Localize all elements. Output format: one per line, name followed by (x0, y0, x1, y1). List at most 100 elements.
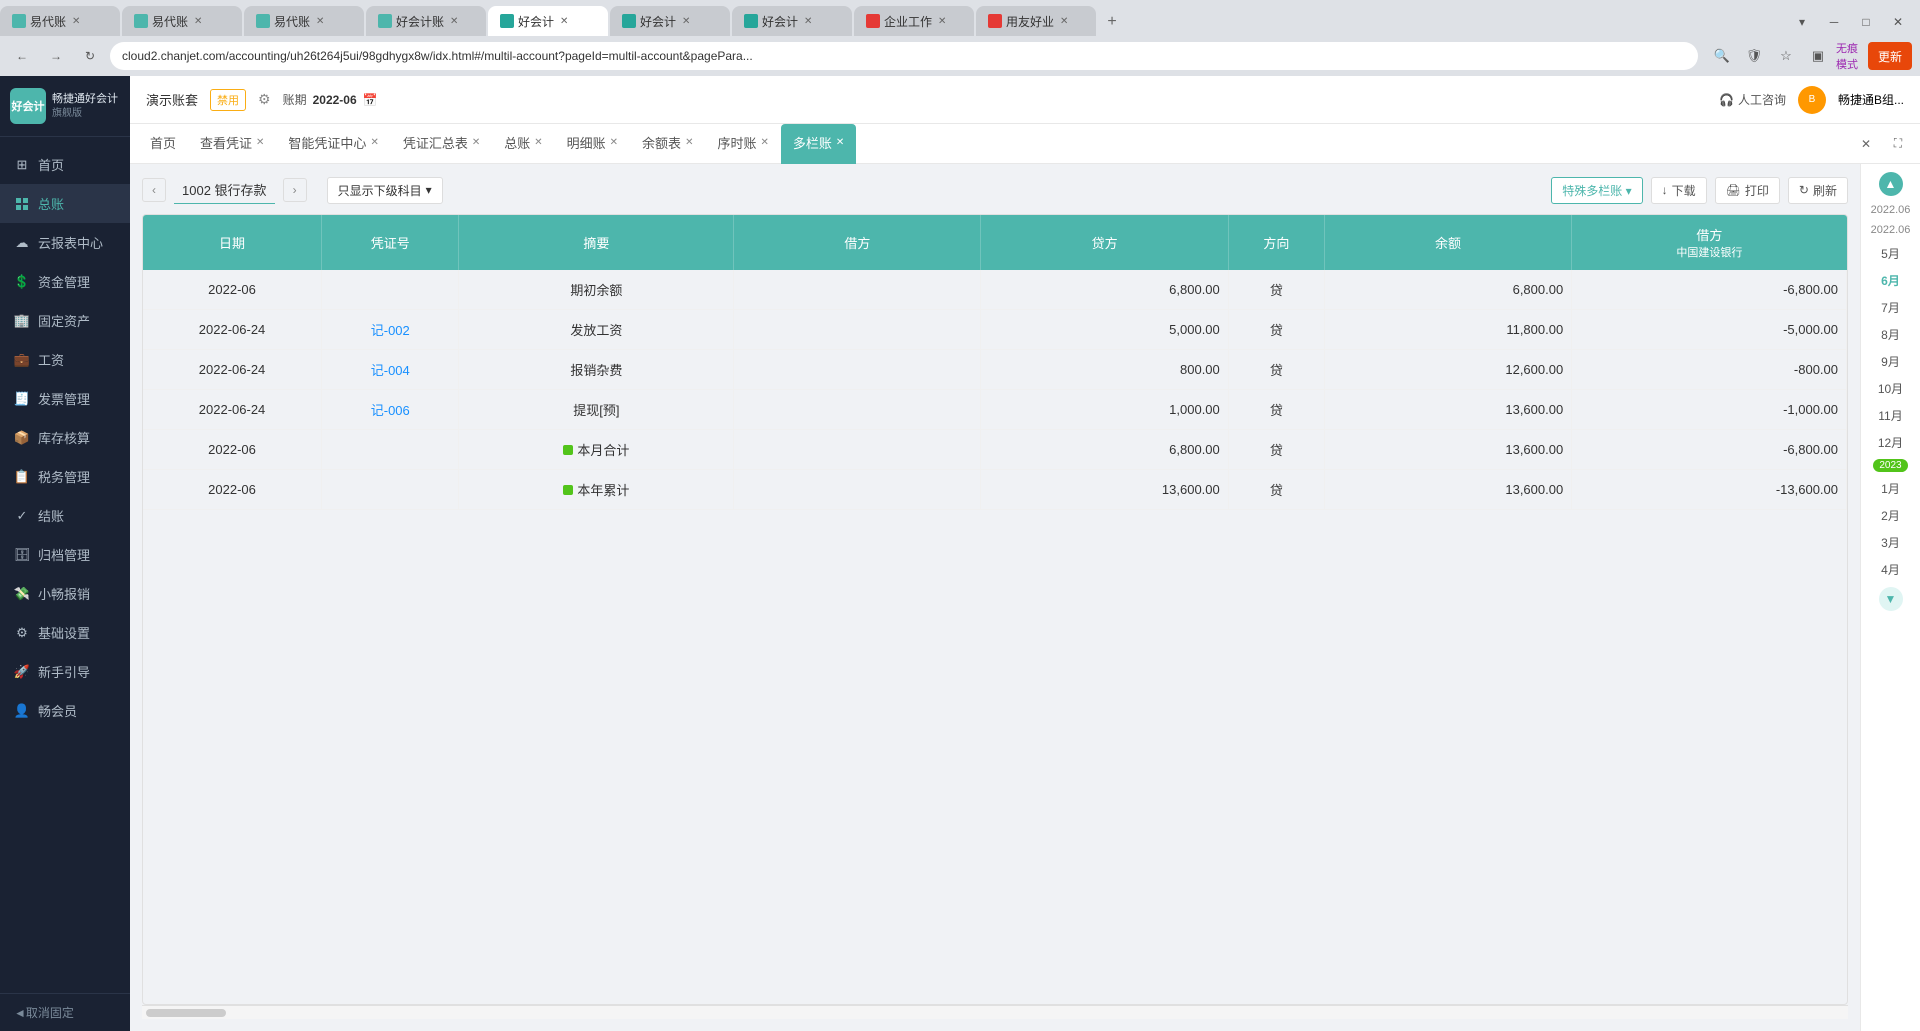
sidebar-item-cloud-report[interactable]: ☁ 云报表中心 (0, 223, 130, 262)
timeline-month[interactable]: 11月 (1878, 402, 1903, 429)
sidebar-item-inventory[interactable]: 📦 库存核算 (0, 418, 130, 457)
cell-voucher-3[interactable]: 记-006 (322, 390, 459, 430)
tab-voucher-summary-close[interactable]: ✕ (472, 137, 480, 148)
close-window-button[interactable]: ✕ (1884, 8, 1912, 36)
demo-status-badge[interactable]: 禁用 (210, 89, 246, 111)
next-subject-button[interactable]: › (283, 178, 307, 202)
tab-detail-ledger[interactable]: 明细账 ✕ (555, 124, 630, 164)
tab-close-1[interactable]: ✕ (72, 16, 80, 27)
tab-general-ledger[interactable]: 总账 ✕ (492, 124, 554, 164)
browser-tab-9[interactable]: 用友好业 ✕ (976, 6, 1096, 36)
cell-date-2: 2022-06-24 (143, 350, 322, 390)
sidebar-item-fixed-asset[interactable]: 🏢 固定资产 (0, 301, 130, 340)
maximize-button[interactable]: □ (1852, 8, 1880, 36)
timeline-month[interactable]: 12月 (1878, 429, 1903, 456)
timeline-month-2023[interactable]: 1月 (1881, 475, 1900, 502)
tab-close-5[interactable]: ✕ (560, 16, 568, 27)
sidebar-item-close[interactable]: ✓ 结账 (0, 496, 130, 535)
tab-multi-col[interactable]: 多栏账 ✕ (781, 124, 856, 164)
url-input[interactable] (110, 42, 1698, 70)
browser-tab-4[interactable]: 好会计账 ✕ (366, 6, 486, 36)
tab-general-ledger-close[interactable]: ✕ (534, 137, 542, 148)
tab-multi-col-close[interactable]: ✕ (836, 137, 844, 148)
expand-tabs-button[interactable]: ⛶ (1884, 130, 1912, 158)
tab-smart-voucher[interactable]: 智能凭证中心 ✕ (276, 124, 390, 164)
cell-voucher-2[interactable]: 记-004 (322, 350, 459, 390)
back-button[interactable]: ← (8, 42, 36, 70)
reload-button[interactable]: ↻ (76, 42, 104, 70)
timeline-month[interactable]: 5月 (1878, 240, 1903, 267)
timeline-month[interactable]: 7月 (1878, 294, 1903, 321)
tab-list-button[interactable]: ▾ (1788, 8, 1816, 36)
tab-close-9[interactable]: ✕ (1060, 16, 1068, 27)
timeline-month[interactable]: 6月 (1878, 267, 1903, 294)
sidebar-browser-icon[interactable]: ▣ (1804, 42, 1832, 70)
tab-close-3[interactable]: ✕ (316, 16, 324, 27)
sidebar-item-tax[interactable]: 📋 税务管理 (0, 457, 130, 496)
forward-button[interactable]: → (42, 42, 70, 70)
timeline-month-2023[interactable]: 3月 (1881, 529, 1900, 556)
tab-smart-voucher-close[interactable]: ✕ (370, 137, 378, 148)
tab-close-6[interactable]: ✕ (682, 16, 690, 27)
tab-close-8[interactable]: ✕ (938, 16, 946, 27)
browser-tab-2[interactable]: 易代账 ✕ (122, 6, 242, 36)
tab-balance-table-close[interactable]: ✕ (685, 137, 693, 148)
cell-summary-4: 本月合计 (459, 430, 734, 470)
minimize-button[interactable]: ─ (1820, 8, 1848, 36)
tab-close-2[interactable]: ✕ (194, 16, 202, 27)
browser-tab-3[interactable]: 易代账 ✕ (244, 6, 364, 36)
settings-icon[interactable]: ⚙ (258, 91, 271, 108)
tab-seq-ledger-close[interactable]: ✕ (760, 137, 768, 148)
timeline-scroll-up[interactable]: ▲ (1879, 172, 1903, 196)
scroll-thumb[interactable] (146, 1009, 226, 1017)
timeline-month[interactable]: 8月 (1878, 321, 1903, 348)
special-col-button[interactable]: 特殊多栏账 ▾ (1551, 177, 1642, 204)
browser-tab-5[interactable]: 好会计 ✕ (488, 6, 608, 36)
browser-tab-6[interactable]: 好会计 ✕ (610, 6, 730, 36)
timeline-scroll-down[interactable]: ▼ (1879, 587, 1903, 611)
timeline-month-2023[interactable]: 2月 (1881, 502, 1900, 529)
collapse-tabs-button[interactable]: ✕ (1852, 130, 1880, 158)
cell-voucher-1[interactable]: 记-002 (322, 310, 459, 350)
new-tab-button[interactable]: + (1098, 8, 1126, 36)
sidebar-item-general[interactable]: 总账 (0, 184, 130, 223)
sidebar-item-member[interactable]: 👤 畅会员 (0, 691, 130, 730)
tab-detail-ledger-close[interactable]: ✕ (610, 137, 618, 148)
tab-home[interactable]: 首页 (138, 124, 188, 164)
shield-icon[interactable]: 🛡 (1740, 42, 1768, 70)
star-icon[interactable]: ☆ (1772, 42, 1800, 70)
show-sub-subjects-button[interactable]: 只显示下级科目 ▾ (327, 177, 443, 204)
sidebar-label-guide: 新手引导 (38, 662, 90, 681)
tab-close-7[interactable]: ✕ (804, 16, 812, 27)
tab-voucher-summary[interactable]: 凭证汇总表 ✕ (391, 124, 492, 164)
prev-subject-button[interactable]: ‹ (142, 178, 166, 202)
browser-tab-7[interactable]: 好会计 ✕ (732, 6, 852, 36)
tab-balance-table[interactable]: 余额表 ✕ (630, 124, 705, 164)
tab-close-4[interactable]: ✕ (450, 16, 458, 27)
download-button[interactable]: ↓ 下载 (1651, 177, 1707, 204)
browser-tab-8[interactable]: 企业工作 ✕ (854, 6, 974, 36)
sidebar-item-archive[interactable]: 🗄 归档管理 (0, 535, 130, 574)
sidebar-item-home[interactable]: ⊞ 首页 (0, 145, 130, 184)
sidebar-item-guide[interactable]: 🚀 新手引导 (0, 652, 130, 691)
timeline-month[interactable]: 9月 (1878, 348, 1903, 375)
calendar-icon[interactable]: 📅 (363, 93, 378, 107)
sidebar-item-salary[interactable]: 💼 工资 (0, 340, 130, 379)
print-button[interactable]: 🖨 打印 (1715, 177, 1780, 204)
sidebar-item-invoice[interactable]: 🧾 发票管理 (0, 379, 130, 418)
sidebar-item-fund[interactable]: 💲 资金管理 (0, 262, 130, 301)
update-button[interactable]: 更新 (1868, 42, 1912, 70)
timeline-month[interactable]: 10月 (1878, 375, 1903, 402)
tab-view-voucher[interactable]: 查看凭证 ✕ (188, 124, 276, 164)
refresh-button[interactable]: ↻ 刷新 (1788, 177, 1848, 204)
horizontal-scrollbar[interactable] (142, 1005, 1848, 1019)
tab-view-voucher-close[interactable]: ✕ (256, 137, 264, 148)
browser-tab-1[interactable]: 易代账 ✕ (0, 6, 120, 36)
sidebar-item-basic[interactable]: ⚙ 基础设置 (0, 613, 130, 652)
consult-button[interactable]: 🎧 人工咨询 (1719, 91, 1786, 108)
tab-seq-ledger[interactable]: 序时账 ✕ (705, 124, 780, 164)
search-icon[interactable]: 🔍 (1708, 42, 1736, 70)
timeline-month-2023[interactable]: 4月 (1881, 556, 1900, 583)
sidebar-item-expense[interactable]: 💸 小畅报销 (0, 574, 130, 613)
sidebar-pin-button[interactable]: ◄取消固定 (0, 993, 130, 1031)
